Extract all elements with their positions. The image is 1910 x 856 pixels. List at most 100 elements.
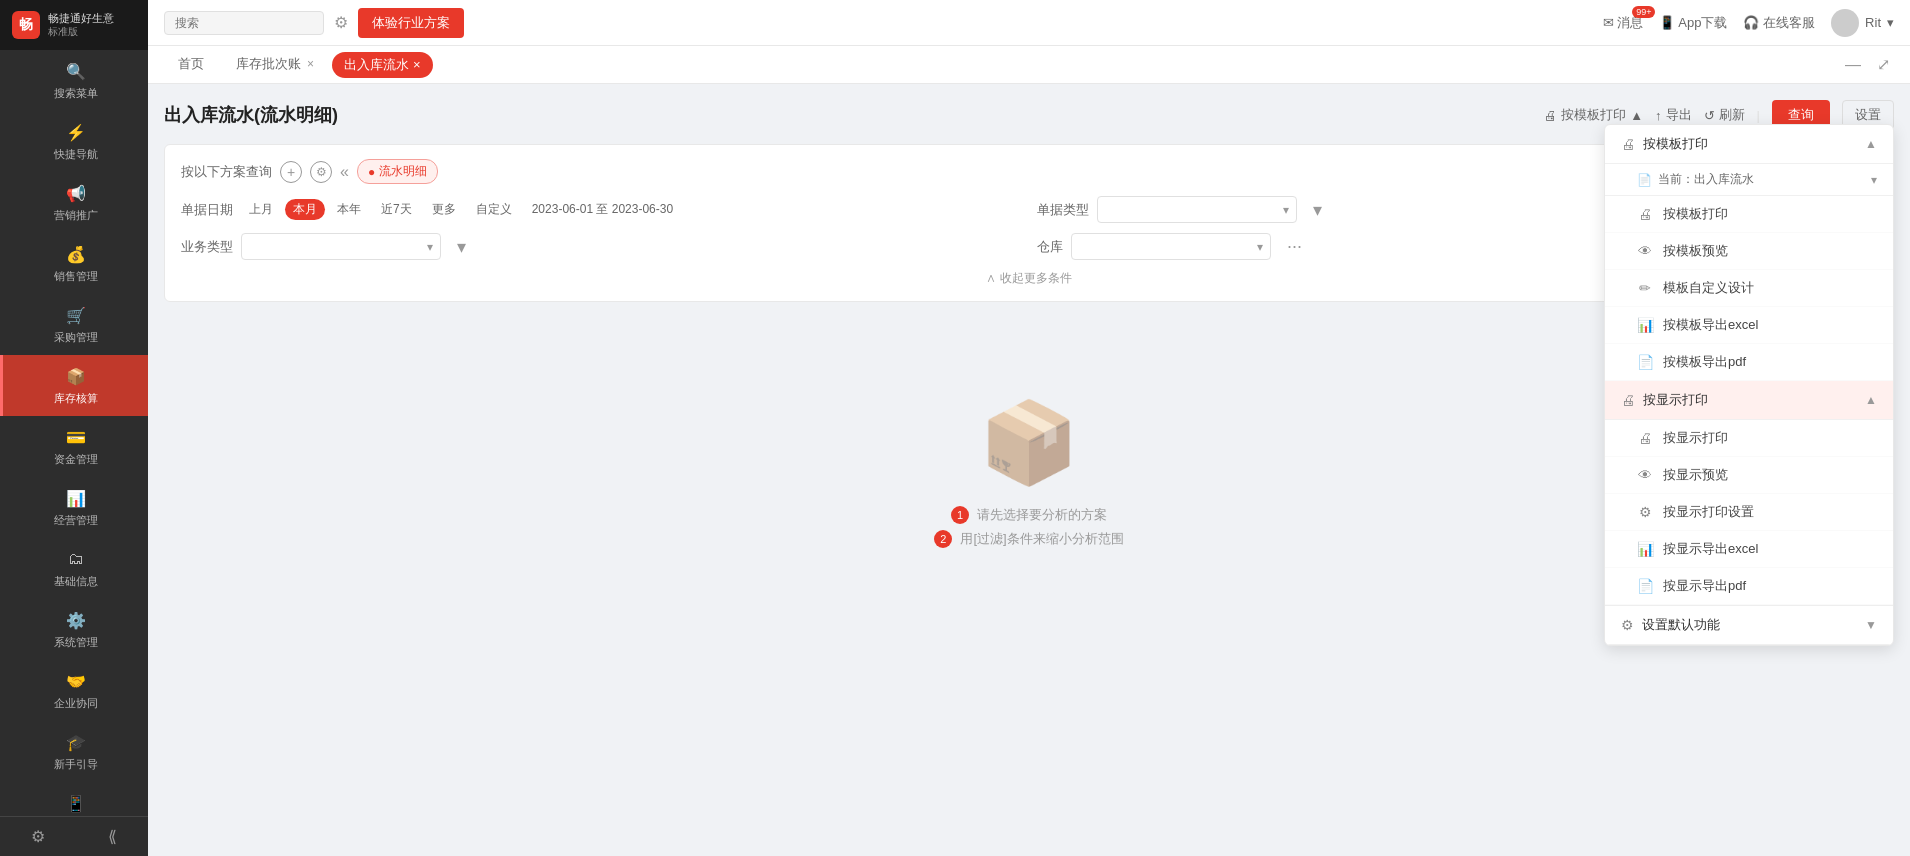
shortcut-more[interactable]: 更多 [424,199,464,220]
sidebar-settings-button[interactable]: ⚙ [31,827,45,846]
sidebar-item-system[interactable]: ⚙️ 系统管理 [0,599,148,660]
tab-maximize-button[interactable]: ⤢ [1873,51,1894,78]
message-badge[interactable]: ✉ 99+ 消息 [1603,14,1644,32]
tabs-right-actions: — ⤢ [1841,51,1894,78]
dropdown-template-custom[interactable]: ✏ 模板自定义设计 [1605,270,1893,307]
tab-flow-close[interactable]: × [413,57,421,72]
sidebar-item-purchase[interactable]: 🛒 采购管理 [0,294,148,355]
business-type-more[interactable]: ▾ [453,236,470,258]
sidebar-item-label: 搜索菜单 [54,86,98,101]
purchase-icon: 🛒 [65,304,87,326]
sidebar-item-marketing[interactable]: 📢 营销推广 [0,172,148,233]
tab-home[interactable]: 首页 [164,47,218,83]
dropdown-display-excel[interactable]: 📊 按显示导出excel [1605,531,1893,568]
sidebar-item-finance[interactable]: 💳 资金管理 [0,416,148,477]
tab-flow[interactable]: 出入库流水 × [332,52,433,78]
section2-arrow: ▲ [1865,393,1877,407]
settings-label: 设置 [1855,106,1881,124]
dropdown-template-custom-label: 模板自定义设计 [1663,279,1754,297]
sidebar-item-search[interactable]: 🔍 搜索菜单 [0,50,148,111]
marketing-icon: 📢 [65,182,87,204]
sidebar-item-label: 快捷导航 [54,147,98,162]
sidebar-item-apps[interactable]: 📱 应用中心 [0,782,148,816]
dropdown-template-excel[interactable]: 📊 按模板导出excel [1605,307,1893,344]
sidebar-item-quick-nav[interactable]: ⚡ 快捷导航 [0,111,148,172]
settings-gear-icon[interactable]: ⚙ [334,13,348,32]
current-template-row: 📄 当前：出入库流水 ▾ [1605,164,1893,196]
tab-minimize-button[interactable]: — [1841,52,1865,78]
topbar-left: ⚙ 体验行业方案 [164,8,464,38]
dropdown-display-print-settings[interactable]: ⚙ 按显示打印设置 [1605,494,1893,531]
business-type-field: 业务类型 ▾ [181,233,1021,260]
warehouse-more[interactable]: ··· [1283,236,1306,257]
sidebar-item-sales[interactable]: 💰 销售管理 [0,233,148,294]
sidebar-item-collab[interactable]: 🤝 企业协同 [0,660,148,721]
export-icon: ↑ [1655,108,1662,123]
business-type-select[interactable] [241,233,441,260]
inventory-icon: 📦 [65,365,87,387]
trial-button[interactable]: 体验行业方案 [358,8,464,38]
dropdown-template-preview[interactable]: 👁 按模板预览 [1605,233,1893,270]
display-preview-icon: 👁 [1637,467,1653,483]
date-label: 单据日期 [181,201,233,219]
sidebar-item-inventory[interactable]: 📦 库存核算 [0,355,148,416]
template-print-section-label: 按模板打印 [1643,135,1708,153]
app-download-link[interactable]: 📱 App下载 [1659,14,1727,32]
template-print-section-icon: 🖨 [1621,136,1635,152]
warehouse-select[interactable] [1071,233,1271,260]
template-print-button[interactable]: 🖨 按模板打印 ▲ [1544,106,1643,124]
business-type-select-wrapper [241,233,441,260]
topbar: ⚙ 体验行业方案 ✉ 99+ 消息 📱 App下载 🎧 在线客服 Rit ▾ [148,0,1910,46]
template-print-section-header[interactable]: 🖨 按模板打印 ▲ [1605,125,1893,164]
filter-collapse-icon[interactable]: « [340,163,349,181]
date-shortcuts: 上月 本月 本年 近7天 更多 自定义 [241,199,520,220]
voucher-type-more[interactable]: ▾ [1309,199,1326,221]
search-icon: 🔍 [65,60,87,82]
dropdown-template-pdf[interactable]: 📄 按模板导出pdf [1605,344,1893,381]
sidebar-item-label: 基础信息 [54,574,98,589]
shortcut-last-month[interactable]: 上月 [241,199,281,220]
tab-batch-close[interactable]: × [307,57,314,71]
shortcut-7days[interactable]: 近7天 [373,199,420,220]
sidebar-collapse-button[interactable]: ⟪ [108,827,117,846]
date-range-display[interactable]: 2023-06-01 至 2023-06-30 [532,201,673,218]
shortcut-this-year[interactable]: 本年 [329,199,369,220]
sidebar-item-label: 库存核算 [54,391,98,406]
logo-sub: 标准版 [48,25,114,39]
step-1-text: 请先选择要分析的方案 [977,506,1107,524]
display-print-section-header[interactable]: 🖨 按显示打印 ▲ [1605,381,1893,420]
refresh-button[interactable]: ↺ 刷新 [1704,106,1745,124]
voucher-type-select[interactable] [1097,196,1297,223]
filter-add-button[interactable]: + [280,161,302,183]
shortcut-this-month[interactable]: 本月 [285,199,325,220]
default-settings-label: 设置默认功能 [1642,616,1720,634]
date-filter-field: 单据日期 上月 本月 本年 近7天 更多 自定义 2023-06-01 至 20… [181,199,1021,220]
default-settings-section-header[interactable]: ⚙ 设置默认功能 ▼ [1605,605,1893,645]
dropdown-display-print[interactable]: 🖨 按显示打印 [1605,420,1893,457]
refresh-label: 刷新 [1719,106,1745,124]
dropdown-display-preview[interactable]: 👁 按显示预览 [1605,457,1893,494]
dropdown-display-pdf-label: 按显示导出pdf [1663,577,1746,595]
app-logo: 畅 畅捷通好生意 标准版 [0,0,148,50]
online-service-link[interactable]: 🎧 在线客服 [1743,14,1815,32]
apps-icon: 📱 [65,792,87,814]
sidebar-item-operations[interactable]: 📊 经营管理 [0,477,148,538]
empty-illustration: 📦 [979,396,1079,490]
dropdown-template-print[interactable]: 🖨 按模板打印 [1605,196,1893,233]
tab-batch[interactable]: 库存批次账 × [222,47,328,83]
sidebar-item-base[interactable]: 🗂 基础信息 [0,538,148,599]
export-button[interactable]: ↑ 导出 [1655,106,1692,124]
operations-icon: 📊 [65,487,87,509]
shortcut-custom[interactable]: 自定义 [468,199,520,220]
global-search-input[interactable] [164,11,324,35]
dropdown-display-print-label: 按显示打印 [1663,429,1728,447]
user-menu[interactable]: Rit ▾ [1831,9,1894,37]
filter-chip-liushuimingxi[interactable]: ● 流水明细 [357,159,438,184]
printer-icon: 🖨 [1544,108,1557,123]
filter-settings-button[interactable]: ⚙ [310,161,332,183]
step-1-number: 1 [951,506,969,524]
dropdown-display-pdf[interactable]: 📄 按显示导出pdf [1605,568,1893,605]
business-type-label: 业务类型 [181,238,233,256]
chevron-up-icon: ▲ [1630,108,1643,123]
sidebar-item-guide[interactable]: 🎓 新手引导 [0,721,148,782]
